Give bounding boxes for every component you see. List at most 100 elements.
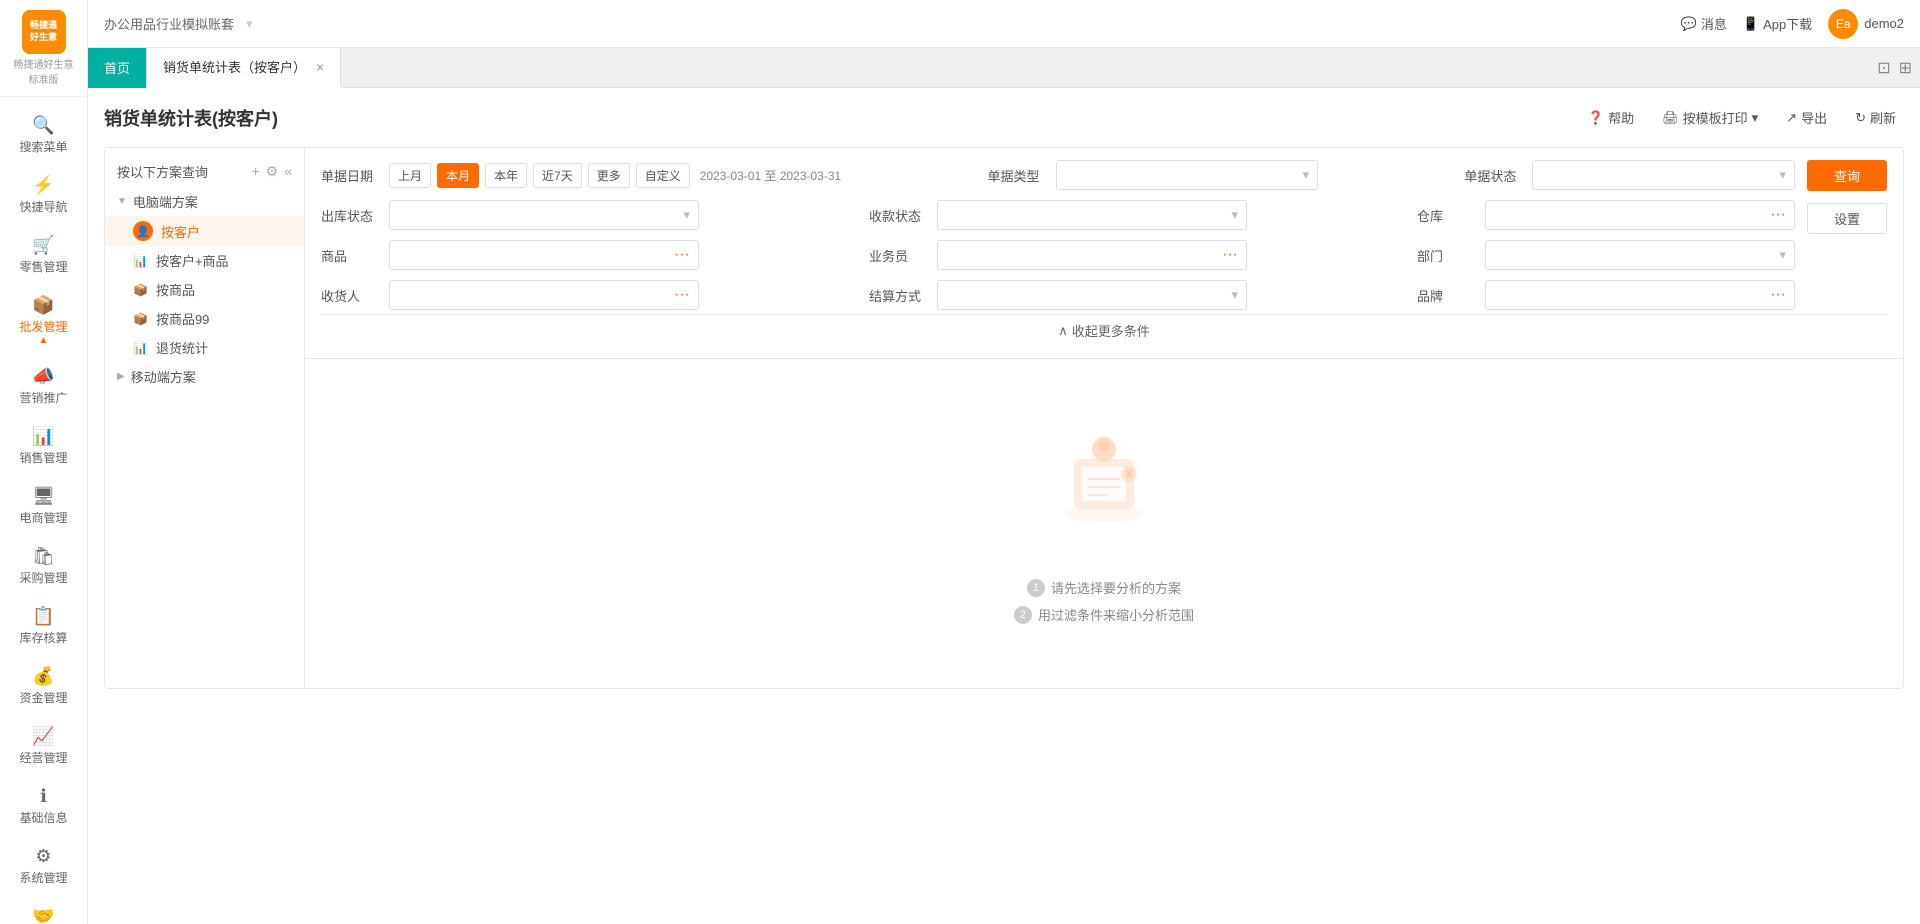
tab-sales-stats[interactable]: 销货单统计表（按客户） ×	[147, 48, 341, 88]
brand-input[interactable]: ···	[1485, 280, 1795, 310]
tree-section-pc-header[interactable]: ▼ 电脑端方案	[105, 187, 304, 216]
out-status-arrow-icon: ▾	[683, 207, 690, 223]
doc-status-select[interactable]: ▾	[1532, 160, 1795, 190]
sidebar-item-label: 销售管理	[19, 449, 67, 466]
tree-item-by-customer[interactable]: 👤 按客户	[105, 216, 304, 246]
salesperson-input[interactable]: ···	[937, 240, 1247, 270]
tab-home[interactable]: 首页	[88, 48, 147, 88]
left-panel-header: 按以下方案查询 + ⚙ «	[105, 156, 304, 187]
sidebar-item-retail[interactable]: 🛒 零售管理	[0, 227, 87, 283]
doc-type-select[interactable]: ▾	[1056, 160, 1319, 190]
filter-fields: 单据日期 上月 本月 本年 近7天 更多 自定义 2023-03-01 至 20…	[321, 160, 1795, 310]
tree-item-returns-stats[interactable]: 📊 退货统计	[105, 333, 304, 362]
sidebar-item-cooperation[interactable]: 🤝 企业协同	[0, 898, 87, 924]
sidebar-item-label: 基础信息	[19, 809, 67, 826]
sidebar-item-marketing[interactable]: 📣 营销推广	[0, 358, 87, 414]
receipt-status-label: 收款状态	[869, 206, 925, 225]
receiver-input[interactable]: ···	[389, 280, 699, 310]
salesperson-dots-icon[interactable]: ···	[1222, 246, 1238, 264]
sidebar-item-system[interactable]: ⚙ 系统管理	[0, 838, 87, 894]
sidebar-item-label: 电商管理	[19, 509, 67, 526]
sidebar: 畅捷通好生意 畅捷通好生意 标准版 🔍 搜索菜单 ⚡ 快捷导航 🛒 零售管理 📦…	[0, 0, 88, 924]
sidebar-item-ecommerce[interactable]: 🖥 电商管理	[0, 478, 87, 534]
tab-close-icon[interactable]: ×	[316, 59, 324, 75]
user-menu[interactable]: Ea demo2	[1828, 9, 1904, 39]
settlement-select[interactable]: ▾	[937, 280, 1247, 310]
receipt-status-select[interactable]: ▾	[937, 200, 1247, 230]
query-area: 查询 设置	[1807, 160, 1887, 234]
export-icon: ↗	[1786, 110, 1797, 126]
sidebar-item-sales[interactable]: 📊 销售管理	[0, 418, 87, 474]
sidebar-item-quick-nav[interactable]: ⚡ 快捷导航	[0, 167, 87, 223]
goods-input[interactable]: ···	[389, 240, 699, 270]
add-scheme-icon[interactable]: +	[251, 163, 259, 180]
out-status-select[interactable]: ▾	[389, 200, 699, 230]
sidebar-item-label: 库存核算	[19, 629, 67, 646]
sidebar-item-purchase[interactable]: 🛍 采购管理	[0, 538, 87, 594]
message-button[interactable]: 💬 消息	[1681, 14, 1727, 33]
sidebar-item-basic[interactable]: ℹ 基础信息	[0, 778, 87, 834]
main-area: 办公用品行业模拟账套 ▾ 💬 消息 📱 App下载 Ea demo2 首页	[88, 0, 1920, 924]
date-btn-this-month[interactable]: 本月	[437, 163, 479, 188]
brand-dots-icon[interactable]: ···	[1770, 286, 1786, 304]
tab-home-label: 首页	[104, 58, 130, 77]
tree-item-by-customer-goods-label: 按客户+商品	[156, 251, 229, 270]
salesperson-label: 业务员	[869, 246, 925, 265]
query-button[interactable]: 查询	[1807, 160, 1887, 191]
receiver-dots-icon[interactable]: ···	[674, 286, 690, 304]
tree-section-mobile-header[interactable]: ▶ 移动端方案	[105, 362, 304, 391]
top-bar-left: 办公用品行业模拟账套 ▾	[104, 14, 257, 33]
avatar: Ea	[1828, 9, 1858, 39]
collapse-text: 收起更多条件	[1072, 321, 1150, 340]
sidebar-item-search[interactable]: 🔍 搜索菜单	[0, 107, 87, 163]
help-label: 帮助	[1608, 108, 1634, 127]
sidebar-item-label: 系统管理	[19, 869, 67, 886]
warehouse-dots-icon[interactable]: ···	[1770, 206, 1786, 224]
date-btn-more[interactable]: 更多	[588, 163, 630, 188]
tree-item-active-icon: 👤	[133, 221, 153, 241]
department-select[interactable]: ▾	[1485, 240, 1795, 270]
quick-nav-icon: ⚡	[32, 175, 54, 196]
tree-expand-icon: ▼	[117, 196, 127, 207]
warehouse-input[interactable]: ···	[1485, 200, 1795, 230]
sidebar-item-finance[interactable]: 💰 资金管理	[0, 658, 87, 714]
collapse-panel-icon[interactable]: «	[284, 163, 292, 180]
refresh-button[interactable]: ↻ 刷新	[1847, 104, 1904, 131]
content-area: 销货单统计表(按客户) ❓ 帮助 🖨 按模板打印 ▾ ↗ 导出	[88, 88, 1920, 924]
tree-section-mobile: ▶ 移动端方案	[105, 362, 304, 391]
date-btn-last-month[interactable]: 上月	[389, 163, 431, 188]
goods-dots-icon[interactable]: ···	[674, 246, 690, 264]
tree-section-mobile-label: 移动端方案	[131, 367, 196, 386]
date-btn-this-year[interactable]: 本年	[485, 163, 527, 188]
print-template-button[interactable]: 🖨 按模板打印 ▾	[1654, 104, 1766, 131]
breadcrumb-arrow-icon[interactable]: ▾	[246, 16, 253, 32]
tree-item-by-goods-99[interactable]: 📦 按商品99	[105, 304, 304, 333]
refresh-icon: ↻	[1855, 110, 1866, 126]
department-arrow-icon: ▾	[1779, 247, 1786, 263]
app-download-button[interactable]: 📱 App下载	[1743, 14, 1812, 33]
logo-subtitle: 畅捷通好生意 标准版	[8, 56, 79, 86]
basic-icon: ℹ	[40, 786, 47, 807]
brand-label: 品牌	[1417, 286, 1473, 305]
export-button[interactable]: ↗ 导出	[1778, 104, 1835, 131]
help-button[interactable]: ❓ 帮助	[1580, 104, 1642, 131]
date-btn-7days[interactable]: 近7天	[533, 163, 582, 188]
tab-maximize-icon[interactable]: ⊞	[1899, 58, 1912, 78]
collapse-button[interactable]: ∧ 收起更多条件	[321, 314, 1887, 346]
department-label: 部门	[1417, 246, 1473, 265]
settings-button[interactable]: 设置	[1807, 203, 1887, 234]
empty-illustration	[1044, 419, 1164, 558]
tree-item-by-goods-99-label: 按商品99	[156, 309, 209, 328]
sidebar-item-inventory[interactable]: 📋 库存核算	[0, 598, 87, 654]
app-logo[interactable]: 畅捷通好生意 畅捷通好生意 标准版	[0, 0, 87, 97]
tree-item-by-customer-goods[interactable]: 📊 按客户+商品	[105, 246, 304, 275]
settlement-arrow-icon: ▾	[1231, 287, 1238, 303]
tree-item-by-goods[interactable]: 📦 按商品	[105, 275, 304, 304]
tab-restore-icon[interactable]: ⊡	[1877, 58, 1890, 78]
sidebar-item-wholesale[interactable]: 📦 批发管理 ▲	[0, 287, 87, 354]
sidebar-item-operations[interactable]: 📈 经营管理	[0, 718, 87, 774]
settings-scheme-icon[interactable]: ⚙	[266, 163, 279, 180]
user-initials: Ea	[1836, 17, 1851, 31]
ecommerce-icon: 🖥	[32, 486, 55, 507]
date-btn-custom[interactable]: 自定义	[636, 163, 690, 188]
